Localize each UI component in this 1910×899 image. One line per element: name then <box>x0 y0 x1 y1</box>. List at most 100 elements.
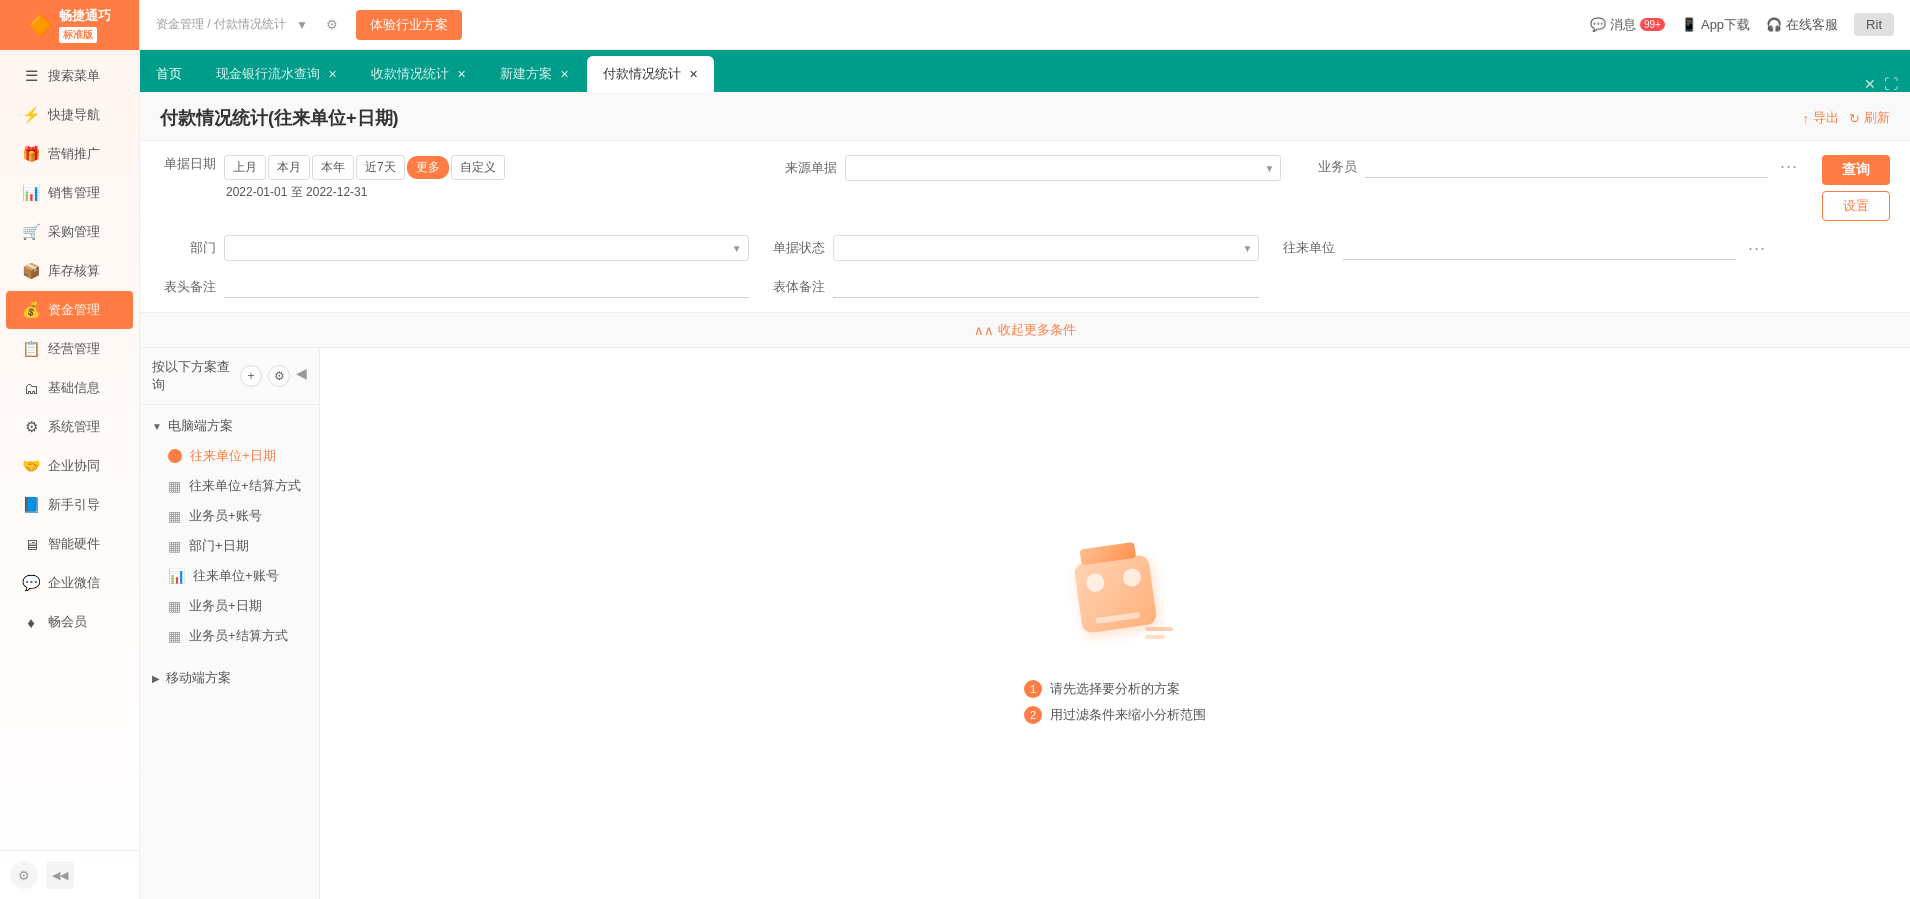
header-remark-input[interactable] <box>224 275 749 298</box>
close-receipt-icon[interactable]: ✕ <box>457 68 466 81</box>
scheme-panel: 按以下方案查询 + ⚙ ◀ <box>140 348 320 899</box>
user-menu-btn[interactable]: Rit <box>1854 13 1894 36</box>
sidebar-item-marketing[interactable]: 🎁 营销推广 <box>6 135 133 173</box>
payment-label: 付款情况统计 <box>603 65 681 83</box>
sidebar-item-basic[interactable]: 🗂 基础信息 <box>6 369 133 407</box>
sidebar-item-finance[interactable]: 💰 资金管理 <box>6 291 133 329</box>
empty-illustration <box>1035 524 1195 664</box>
scheme-item-3[interactable]: ▦ 部门+日期 <box>140 531 319 561</box>
sidebar-menu: ☰ 搜索菜单 ⚡ 快捷导航 🎁 营销推广 📊 销售管理 🛒 采购管理 📦 库存核… <box>0 50 139 850</box>
page-content: 付款情况统计(往来单位+日期) ↑ 导出 ↻ 刷新 单据日期 <box>140 92 1910 899</box>
scheme-item-1[interactable]: ▦ 往来单位+结算方式 <box>140 471 319 501</box>
tab-bank[interactable]: 现金银行流水查询 ✕ <box>200 56 353 92</box>
receipt-label: 收款情况统计 <box>371 65 449 83</box>
sidebar-item-label: 销售管理 <box>48 184 100 202</box>
search-icon: ☰ <box>22 67 40 85</box>
body-remark-label: 表体备注 <box>769 278 825 296</box>
robot-mouth <box>1095 611 1140 623</box>
sidebar-item-member[interactable]: ♦ 畅会员 <box>6 603 133 641</box>
sidebar-item-wechat[interactable]: 💬 企业微信 <box>6 564 133 602</box>
counterpart-dots-btn[interactable]: ··· <box>1744 238 1770 259</box>
sidebar-settings-btn[interactable]: ⚙ <box>10 861 38 889</box>
online-service-btn[interactable]: 🎧 在线客服 <box>1766 16 1838 34</box>
collapse-up-icon: ∧∧ <box>974 323 994 338</box>
scheme-item-label: 往来单位+日期 <box>190 447 276 465</box>
scheme-item-label: 往来单位+结算方式 <box>189 477 301 495</box>
sidebar-item-purchase[interactable]: 🛒 采购管理 <box>6 213 133 251</box>
tab-new-scheme[interactable]: 新建方案 ✕ <box>484 56 585 92</box>
dept-select[interactable] <box>224 235 749 261</box>
sidebar-collapse-btn[interactable]: ◀◀ <box>46 861 74 889</box>
sidebar-item-label: 系统管理 <box>48 418 100 436</box>
filter-area: 单据日期 上月 本月 本年 近7天 更多 自定义 2022-01-01 至 20… <box>140 141 1910 313</box>
app-download-btn[interactable]: 📱 App下载 <box>1681 16 1750 34</box>
close-new-scheme-icon[interactable]: ✕ <box>560 68 569 81</box>
sidebar-item-hardware[interactable]: 🖥 智能硬件 <box>6 525 133 563</box>
tab-receipt[interactable]: 收款情况统计 ✕ <box>355 56 482 92</box>
collapse-bar[interactable]: ∧∧ 收起更多条件 <box>140 313 1910 348</box>
trial-btn[interactable]: 体验行业方案 <box>356 10 462 40</box>
page-header-actions: ↑ 导出 ↻ 刷新 <box>1803 109 1891 127</box>
sidebar-item-operation[interactable]: 📋 经营管理 <box>6 330 133 368</box>
hint-text-1: 请先选择要分析的方案 <box>1050 680 1180 698</box>
panel-collapse-icon: ◀ <box>296 365 307 381</box>
last-7days-btn[interactable]: 近7天 <box>356 155 405 180</box>
scheme-item-0[interactable]: 往来单位+日期 <box>140 441 319 471</box>
scheme-item-5[interactable]: ▦ 业务员+日期 <box>140 591 319 621</box>
breadcrumb: 资金管理 / 付款情况统计 <box>156 16 286 33</box>
scheme-panel-header-label: 按以下方案查询 <box>152 358 240 394</box>
tabs-bar: 首页 现金银行流水查询 ✕ 收款情况统计 ✕ 新建方案 ✕ 付款情况统计 ✕ ✕… <box>140 50 1910 92</box>
status-select[interactable] <box>833 235 1260 261</box>
add-scheme-btn[interactable]: + <box>240 365 262 387</box>
sidebar-item-guide[interactable]: 📘 新手引导 <box>6 486 133 524</box>
last-month-btn[interactable]: 上月 <box>224 155 266 180</box>
topbar-right: 💬 消息 99+ 📱 App下载 🎧 在线客服 Rit <box>1590 13 1894 36</box>
refresh-icon: ↻ <box>1849 111 1860 126</box>
sidebar-item-sales[interactable]: 📊 销售管理 <box>6 174 133 212</box>
source-select[interactable] <box>845 155 1282 181</box>
salesman-dots-btn[interactable]: ··· <box>1776 156 1802 177</box>
tab-payment[interactable]: 付款情况统计 ✕ <box>587 56 714 92</box>
company-icon: 🤝 <box>22 457 40 475</box>
bank-label: 现金银行流水查询 <box>216 65 320 83</box>
close-bank-icon[interactable]: ✕ <box>328 68 337 81</box>
refresh-btn[interactable]: ↻ 刷新 <box>1849 109 1890 127</box>
scheme-item-6[interactable]: ▦ 业务员+结算方式 <box>140 621 319 651</box>
dept-label: 部门 <box>160 239 216 257</box>
panel-collapse-btn[interactable]: ◀ <box>296 365 307 387</box>
counterpart-input[interactable] <box>1343 237 1736 260</box>
sidebar-item-label: 经营管理 <box>48 340 100 358</box>
date-label: 单据日期 <box>160 155 216 173</box>
more-btn[interactable]: 更多 <box>407 156 449 179</box>
sidebar-item-system[interactable]: ⚙ 系统管理 <box>6 408 133 446</box>
service-label: 在线客服 <box>1786 16 1838 34</box>
sidebar-item-search[interactable]: ☰ 搜索菜单 <box>6 57 133 95</box>
close-window-btn[interactable]: ✕ <box>1864 76 1876 92</box>
wechat-icon: 💬 <box>22 574 40 592</box>
settings-btn[interactable]: 设置 <box>1822 191 1890 221</box>
close-payment-icon[interactable]: ✕ <box>689 68 698 81</box>
salesman-input[interactable] <box>1365 155 1768 178</box>
sidebar-item-quick-nav[interactable]: ⚡ 快捷导航 <box>6 96 133 134</box>
scheme-group-pc-header[interactable]: ▼ 电脑端方案 <box>140 411 319 441</box>
this-month-btn[interactable]: 本月 <box>268 155 310 180</box>
topbar-gear-btn[interactable]: ⚙ <box>318 11 346 39</box>
tab-home[interactable]: 首页 <box>140 56 198 92</box>
this-year-btn[interactable]: 本年 <box>312 155 354 180</box>
hint-num-2: 2 <box>1024 706 1042 724</box>
query-btn[interactable]: 查询 <box>1822 155 1890 185</box>
scheme-item-2[interactable]: ▦ 业务员+账号 <box>140 501 319 531</box>
body-remark-input[interactable] <box>833 275 1260 298</box>
maximize-btn[interactable]: ⛶ <box>1884 76 1898 92</box>
scheme-group-mobile-header[interactable]: ▶ 移动端方案 <box>140 663 319 693</box>
dept-select-wrap <box>224 235 749 261</box>
custom-btn[interactable]: 自定义 <box>451 155 505 180</box>
sidebar-item-company[interactable]: 🤝 企业协同 <box>6 447 133 485</box>
export-btn[interactable]: ↑ 导出 <box>1803 109 1840 127</box>
scheme-panel-header: 按以下方案查询 + ⚙ ◀ <box>140 348 319 405</box>
scheme-item-4[interactable]: 📊 往来单位+账号 <box>140 561 319 591</box>
scheme-settings-btn[interactable]: ⚙ <box>268 365 290 387</box>
salesman-label: 业务员 <box>1301 158 1357 176</box>
sidebar-item-inventory[interactable]: 📦 库存核算 <box>6 252 133 290</box>
messages-btn[interactable]: 💬 消息 99+ <box>1590 16 1665 34</box>
